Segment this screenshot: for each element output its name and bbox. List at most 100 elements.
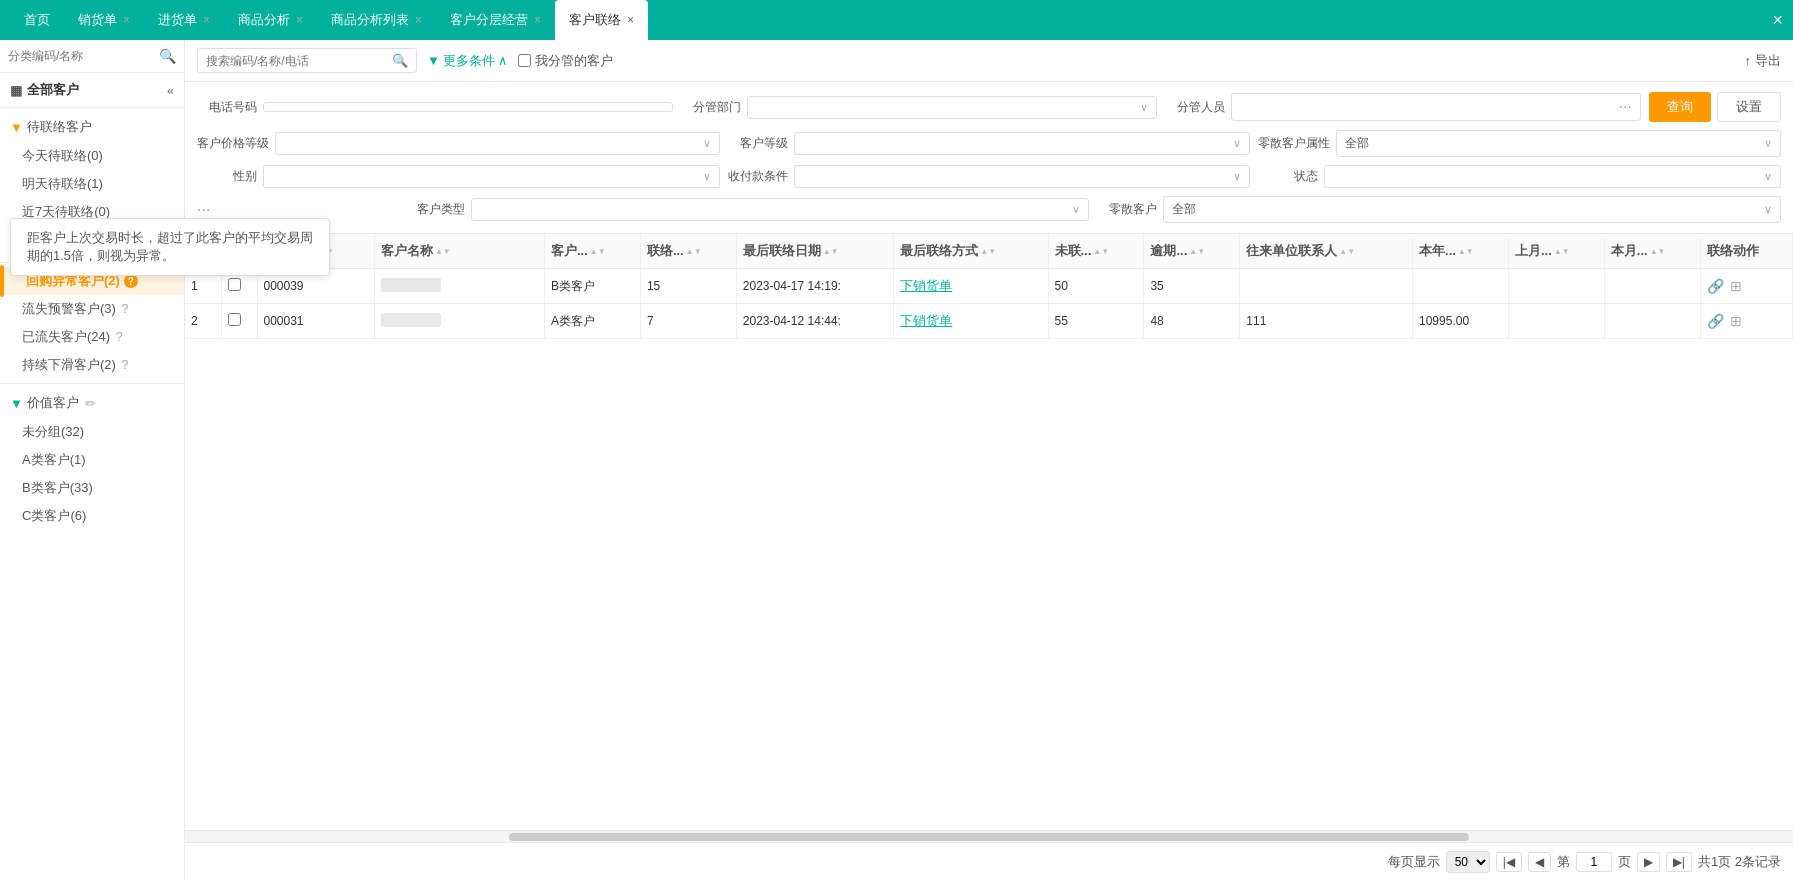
row1-grid-icon[interactable]: ⊞ (1730, 278, 1742, 294)
sidebar-collapse-icon[interactable]: « (167, 83, 174, 98)
row1-checkbox[interactable] (228, 278, 241, 291)
nav-tab-customer-contact-close[interactable]: × (627, 13, 634, 27)
row1-this-year (1413, 269, 1509, 304)
filter-retail-cust-input[interactable]: 全部 ∨ (1163, 196, 1781, 223)
col-contact-count-sort[interactable]: 联络... ▲▼ (647, 242, 702, 260)
nav-tab-sales-close[interactable]: × (123, 13, 130, 27)
col-level: 客户... ▲▼ (544, 234, 640, 269)
sidebar-item-churn-warning[interactable]: 流失预警客户(3) ? (0, 295, 184, 323)
filter-status-input[interactable]: ∨ (1324, 165, 1781, 188)
sidebar-search-icon[interactable]: 🔍 (159, 48, 176, 64)
nav-tab-customer-tier[interactable]: 客户分层经营 × (436, 0, 555, 40)
filter-gender-input[interactable]: ∨ (263, 165, 720, 188)
col-overdue-sort-icon: ▲▼ (1189, 247, 1205, 256)
filter-buttons: 查询 设置 (1649, 92, 1781, 122)
sidebar-item-tomorrow[interactable]: 明天待联络(1) (0, 170, 184, 198)
filter-payment-input[interactable]: ∨ (794, 165, 1251, 188)
page-prefix-label: 第 (1557, 853, 1570, 871)
sidebar-item-churned[interactable]: 已流失客户(24) ? (0, 323, 184, 351)
filter-mgr-dots[interactable]: ··· (1619, 98, 1632, 116)
filter-search-box[interactable]: 🔍 (197, 48, 417, 73)
filter-cust-type-input[interactable]: ∨ (471, 198, 1089, 221)
sidebar-item-a-class[interactable]: A类客户(1) (0, 446, 184, 474)
row1-link-icon[interactable]: 🔗 (1707, 278, 1724, 294)
col-not-contacted-sort[interactable]: 未联... ▲▼ (1055, 242, 1110, 260)
row2-level: A类客户 (544, 304, 640, 339)
col-this-month-label: 本月... (1611, 242, 1648, 260)
filter-cust-level-input[interactable]: ∨ (794, 132, 1251, 155)
filter-dept-input[interactable]: ∨ (747, 96, 1157, 119)
sidebar-value-group[interactable]: ▼ 价值客户 ✏ (0, 388, 184, 418)
sidebar-item-7days-label: 近7天待联络(0) (22, 204, 110, 219)
row2-last-method-link[interactable]: 下销货单 (900, 313, 952, 328)
sidebar-pending-group[interactable]: ▼ 待联络客户 (0, 112, 184, 142)
col-this-month-sort-icon: ▲▼ (1650, 247, 1666, 256)
sidebar-item-declining-label: 持续下滑客户(2) (22, 357, 116, 372)
col-last-month-sort[interactable]: 上月... ▲▼ (1515, 242, 1570, 260)
my-customers-checkbox[interactable] (518, 54, 531, 67)
my-customers-checkbox-wrapper[interactable]: 我分管的客户 (518, 52, 613, 70)
filter-more-conditions[interactable]: ▼ 更多条件 ∧ (427, 52, 508, 70)
set-button[interactable]: 设置 (1717, 92, 1781, 122)
nav-tab-sales[interactable]: 销货单 × (64, 0, 144, 40)
row2-last-date: 2023-04-12 14:44: (736, 304, 893, 339)
nav-tab-analysis[interactable]: 商品分析 × (224, 0, 317, 40)
col-level-sort[interactable]: 客户... ▲▼ (551, 242, 606, 260)
horizontal-scrollbar[interactable] (185, 830, 1793, 842)
filter-search-input[interactable] (206, 54, 392, 68)
filter-price-level-input[interactable]: ∨ (275, 132, 720, 155)
col-level-sort-icon: ▲▼ (590, 247, 606, 256)
nav-tab-purchase-close[interactable]: × (203, 13, 210, 27)
col-name-sort[interactable]: 客户名称 ▲▼ (381, 242, 451, 260)
nav-tab-purchase[interactable]: 进货单 × (144, 0, 224, 40)
col-this-year-sort[interactable]: 本年... ▲▼ (1419, 242, 1474, 260)
nav-tab-home[interactable]: 首页 (10, 0, 64, 40)
filter-mgr-label: 分管人员 (1165, 99, 1225, 116)
row1-last-method-link[interactable]: 下销货单 (900, 278, 952, 293)
sidebar-all-customers-header[interactable]: ▦ 全部客户 « (0, 73, 184, 108)
filter-mgr-input[interactable]: ··· (1231, 93, 1641, 121)
window-close-button[interactable]: × (1772, 10, 1783, 31)
col-last-method-sort[interactable]: 最后联络方式 ▲▼ (900, 242, 996, 260)
first-page-button[interactable]: |◀ (1496, 852, 1522, 872)
col-last-date-sort[interactable]: 最后联络日期 ▲▼ (743, 242, 839, 260)
next-page-button[interactable]: ▶ (1637, 852, 1660, 872)
row2-check (221, 304, 257, 339)
nav-tabs-wrapper: 首页 销货单 × 进货单 × 商品分析 × 商品分析列表 × 客户分层经营 × … (10, 0, 1783, 40)
sidebar-item-churned-label: 已流失客户(24) (22, 329, 110, 344)
sidebar-item-unclassified[interactable]: 未分组(32) (0, 418, 184, 446)
sidebar-search-input[interactable] (8, 49, 159, 63)
filter-phone-input[interactable] (263, 102, 673, 112)
filter-status-chevron: ∨ (1764, 170, 1772, 183)
nav-tab-customer-contact[interactable]: 客户联络 × (555, 0, 648, 40)
col-this-month-sort[interactable]: 本月... ▲▼ (1611, 242, 1666, 260)
value-edit-icon[interactable]: ✏ (85, 396, 96, 411)
nav-tab-customer-tier-close[interactable]: × (534, 13, 541, 27)
sidebar-item-b-class[interactable]: B类客户(33) (0, 474, 184, 502)
more-dots-indicator[interactable]: ··· (197, 201, 210, 219)
col-overdue-sort[interactable]: 逾期... ▲▼ (1150, 242, 1205, 260)
per-page-select[interactable]: 50 (1446, 851, 1490, 873)
nav-tab-analysis-list[interactable]: 商品分析列表 × (317, 0, 436, 40)
sidebar-item-declining[interactable]: 持续下滑客户(2) ? (0, 351, 184, 379)
filter-retail-attr-input[interactable]: 全部 ∨ (1336, 130, 1781, 157)
current-page-input[interactable] (1576, 852, 1612, 872)
prev-page-button[interactable]: ◀ (1528, 852, 1551, 872)
nav-tab-analysis-close[interactable]: × (296, 13, 303, 27)
filter-gender: 性别 ∨ (197, 165, 720, 188)
nav-tab-analysis-list-close[interactable]: × (415, 13, 422, 27)
query-button[interactable]: 查询 (1649, 92, 1711, 122)
row2-grid-icon[interactable]: ⊞ (1730, 313, 1742, 329)
col-unit-contact-sort[interactable]: 往来单位联系人 ▲▼ (1246, 242, 1355, 260)
sidebar-item-today[interactable]: 今天待联络(0) (0, 142, 184, 170)
row1-level: B类客户 (544, 269, 640, 304)
export-button[interactable]: ↑ 导出 (1745, 52, 1782, 70)
sidebar-search-bar[interactable]: 🔍 (0, 40, 184, 73)
filter-retail-cust-chevron: ∨ (1764, 203, 1772, 216)
filter-search-icon[interactable]: 🔍 (392, 53, 408, 68)
row2-checkbox[interactable] (228, 313, 241, 326)
row2-link-icon[interactable]: 🔗 (1707, 313, 1724, 329)
sidebar-item-tomorrow-label: 明天待联络(1) (22, 176, 103, 191)
sidebar-item-c-class[interactable]: C类客户(6) (0, 502, 184, 530)
last-page-button[interactable]: ▶| (1666, 852, 1692, 872)
